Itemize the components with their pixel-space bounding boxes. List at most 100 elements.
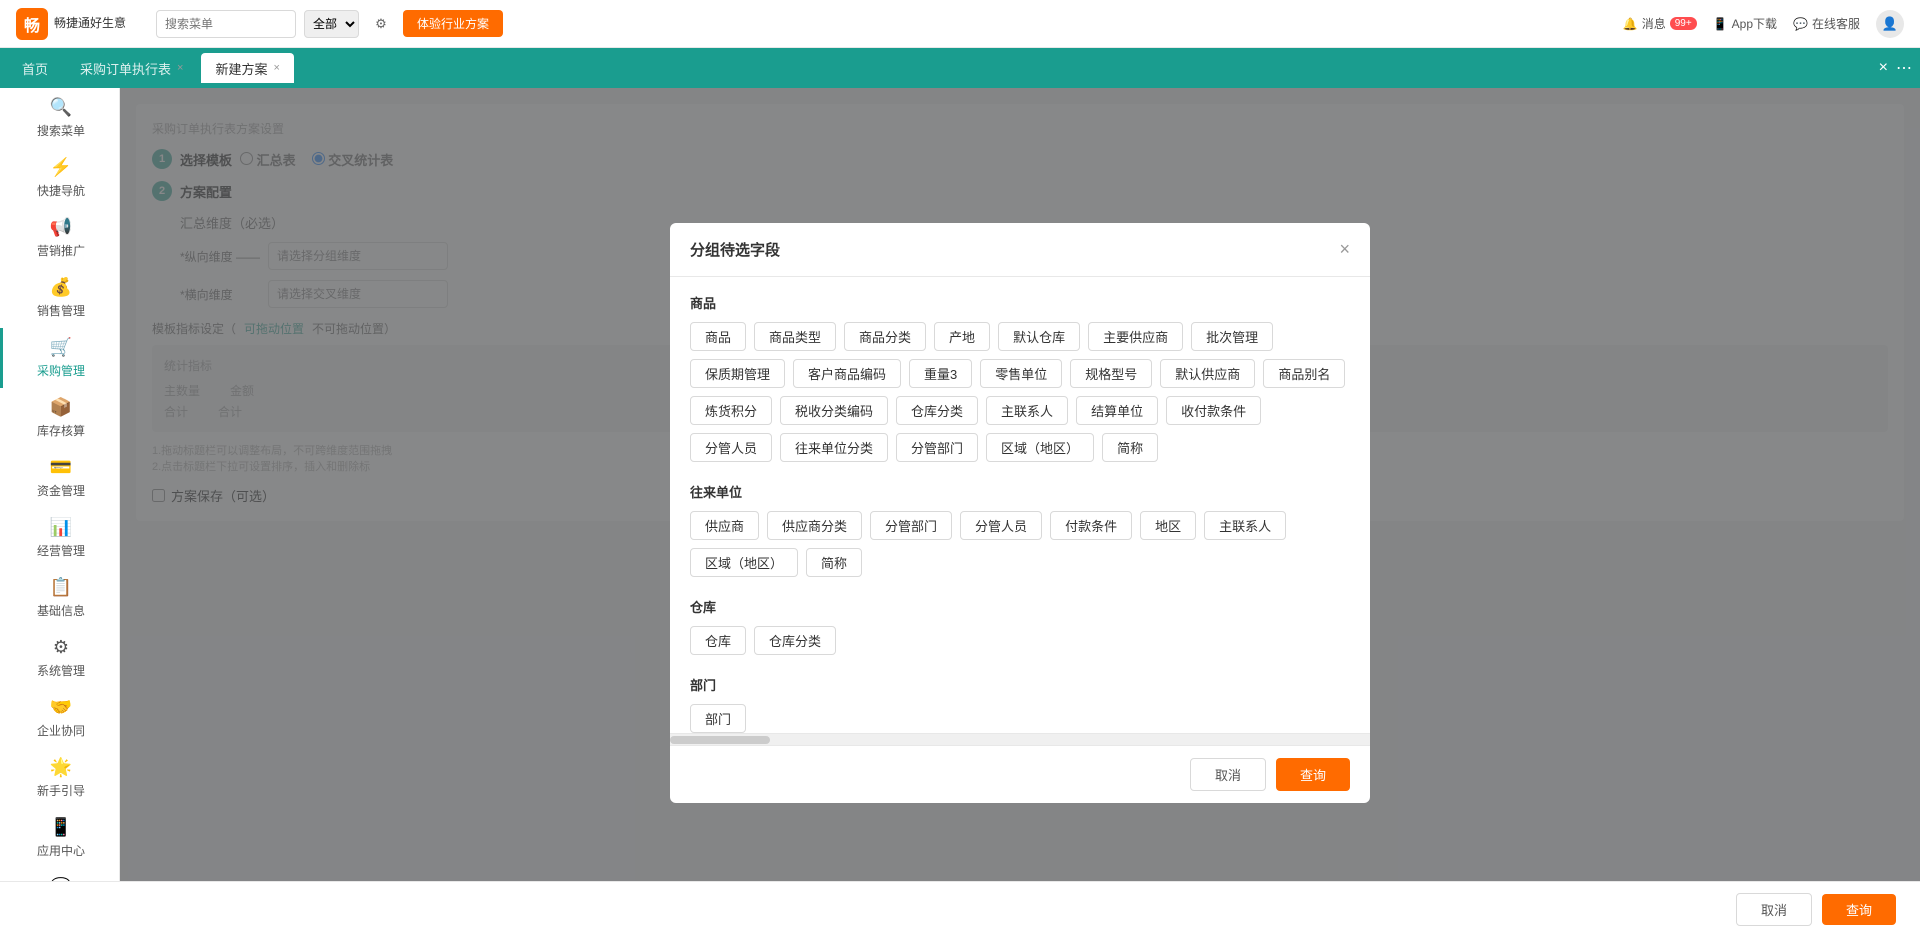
field-tag-department[interactable]: 部门 (690, 704, 746, 733)
field-tag-goods-category[interactable]: 商品分类 (844, 322, 926, 351)
field-tag-batch-mgmt[interactable]: 批次管理 (1191, 322, 1273, 351)
experience-btn[interactable]: 体验行业方案 (403, 10, 503, 37)
field-tag-manager[interactable]: 分管人员 (690, 433, 772, 462)
sidebar-item-basic-info[interactable]: 📋 基础信息 (0, 568, 119, 628)
field-tag-warehouse-cat[interactable]: 仓库分类 (754, 626, 836, 655)
section-goods: 商品 商品 商品类型 商品分类 产地 默认仓库 主要供应商 批次管理 保质期管理… (690, 293, 1350, 462)
field-tag-goods-alias[interactable]: 商品别名 (1263, 359, 1345, 388)
field-tag-customer-code[interactable]: 客户商品编码 (793, 359, 901, 388)
search-select[interactable]: 全部 (304, 10, 359, 38)
tab-bar: 首页 采购订单执行表 × 新建方案 × × ⋯ (0, 48, 1920, 88)
field-tag-dept[interactable]: 分管部门 (896, 433, 978, 462)
tab-purchase-exec-close[interactable]: × (177, 62, 183, 74)
sidebar-item-operations-label: 经营管理 (37, 542, 85, 559)
enterprise-coop-icon: 🤝 (50, 697, 72, 718)
tab-purchase-exec[interactable]: 采购订单执行表 × (66, 53, 197, 83)
tab-new-plan-label: 新建方案 (215, 59, 267, 78)
top-header: 畅 畅捷通好生意 全部 ⚙ 体验行业方案 🔔 消息 99+ 📱 App下载 💬 … (0, 0, 1920, 48)
tab-new-plan-close[interactable]: × (273, 62, 279, 74)
sidebar-item-app-center[interactable]: 📱 应用中心 (0, 808, 119, 868)
field-tag-partner-category[interactable]: 往来单位分类 (780, 433, 888, 462)
modal-overlay: 分组待选字段 × 商品 商品 商品类型 商品分类 产地 默认仓库 主要供应商 批… (120, 88, 1920, 937)
bottom-confirm-button[interactable]: 查询 (1822, 894, 1896, 925)
field-tag-points[interactable]: 炼货积分 (690, 396, 772, 425)
new-guide-icon: 🌟 (50, 757, 72, 778)
field-tag-retail-unit[interactable]: 零售单位 (980, 359, 1062, 388)
field-tag-default-supplier[interactable]: 默认供应商 (1160, 359, 1255, 388)
field-tag-tax-code[interactable]: 税收分类编码 (780, 396, 888, 425)
field-tag-main-contact2[interactable]: 主联系人 (1204, 511, 1286, 540)
sidebar-item-marketing[interactable]: 📢 营销推广 (0, 208, 119, 268)
tab-new-plan[interactable]: 新建方案 × (201, 53, 293, 83)
search-input[interactable] (156, 10, 296, 38)
sidebar-item-purchase-label: 采购管理 (37, 362, 85, 379)
sidebar-item-search-menu[interactable]: 🔍 搜索菜单 (0, 88, 119, 148)
field-tag-spec-model[interactable]: 规格型号 (1070, 359, 1152, 388)
tab-close-all-icon[interactable]: × (1879, 59, 1888, 77)
logo-text: 畅捷通好生意 (54, 16, 126, 30)
field-tag-area[interactable]: 地区 (1140, 511, 1196, 540)
sidebar-item-enterprise-coop[interactable]: 🤝 企业协同 (0, 688, 119, 748)
field-tag-goods[interactable]: 商品 (690, 322, 746, 351)
confirm-button[interactable]: 查询 (1276, 758, 1350, 791)
section-warehouse-title: 仓库 (690, 597, 1350, 616)
field-tag-partner-manager[interactable]: 分管人员 (960, 511, 1042, 540)
field-tag-payment-cond[interactable]: 付款条件 (1050, 511, 1132, 540)
gear-icon[interactable]: ⚙ (367, 10, 395, 38)
sidebar-item-inventory[interactable]: 📦 库存核算 (0, 388, 119, 448)
modal-hscrollbar[interactable] (670, 733, 1370, 745)
field-tag-warehouse-category[interactable]: 仓库分类 (896, 396, 978, 425)
field-tag-expiry-mgmt[interactable]: 保质期管理 (690, 359, 785, 388)
field-tag-warehouse[interactable]: 仓库 (690, 626, 746, 655)
field-tag-supplier[interactable]: 供应商 (690, 511, 759, 540)
field-tag-abbr[interactable]: 简称 (1102, 433, 1158, 462)
tab-home[interactable]: 首页 (8, 53, 62, 83)
sidebar-item-system[interactable]: ⚙ 系统管理 (0, 628, 119, 688)
field-tag-region2[interactable]: 区域（地区） (690, 548, 798, 577)
section-department-title: 部门 (690, 675, 1350, 694)
field-tag-settlement-unit[interactable]: 结算单位 (1076, 396, 1158, 425)
finance-icon: 💳 (50, 457, 72, 478)
logo-area: 畅 畅捷通好生意 (16, 8, 136, 40)
field-tag-main-supplier[interactable]: 主要供应商 (1088, 322, 1183, 351)
operations-icon: 📊 (50, 517, 72, 538)
field-tag-default-warehouse[interactable]: 默认仓库 (998, 322, 1080, 351)
tab-more-icon[interactable]: ⋯ (1896, 58, 1912, 78)
field-tag-origin[interactable]: 产地 (934, 322, 990, 351)
online-service-item[interactable]: 💬 在线客服 (1793, 15, 1860, 32)
field-tag-partner-dept[interactable]: 分管部门 (870, 511, 952, 540)
field-tag-main-contact[interactable]: 主联系人 (986, 396, 1068, 425)
app-download-label: App下载 (1732, 15, 1777, 32)
marketing-icon: 📢 (50, 217, 72, 238)
sidebar: 🔍 搜索菜单 ⚡ 快捷导航 📢 营销推广 💰 销售管理 🛒 采购管理 📦 库存核… (0, 88, 120, 937)
sidebar-item-purchase[interactable]: 🛒 采购管理 (0, 328, 119, 388)
sidebar-item-finance[interactable]: 💳 资金管理 (0, 448, 119, 508)
sidebar-item-sales[interactable]: 💰 销售管理 (0, 268, 119, 328)
header-right: 🔔 消息 99+ 📱 App下载 💬 在线客服 👤 (1623, 10, 1904, 38)
modal-close-button[interactable]: × (1339, 239, 1350, 260)
cancel-button[interactable]: 取消 (1190, 758, 1266, 791)
field-tag-weight[interactable]: 重量3 (909, 359, 972, 388)
app-icon: 📱 (1713, 17, 1728, 31)
bottom-cancel-button[interactable]: 取消 (1736, 893, 1812, 926)
sidebar-item-quick-nav[interactable]: ⚡ 快捷导航 (0, 148, 119, 208)
field-tag-goods-type[interactable]: 商品类型 (754, 322, 836, 351)
sidebar-item-new-guide[interactable]: 🌟 新手引导 (0, 748, 119, 808)
app-download-item[interactable]: 📱 App下载 (1713, 15, 1777, 32)
field-tag-supplier-category[interactable]: 供应商分类 (767, 511, 862, 540)
notification-item[interactable]: 🔔 消息 99+ (1623, 15, 1697, 32)
sidebar-item-search-label: 搜索菜单 (37, 122, 85, 139)
field-tag-abbr2[interactable]: 简称 (806, 548, 862, 577)
field-tag-payment-terms[interactable]: 收付款条件 (1166, 396, 1261, 425)
section-goods-title: 商品 (690, 293, 1350, 312)
modal-title: 分组待选字段 (690, 239, 780, 260)
tab-purchase-exec-label: 采购订单执行表 (80, 59, 171, 78)
field-tag-region[interactable]: 区域（地区） (986, 433, 1094, 462)
sidebar-item-operations[interactable]: 📊 经营管理 (0, 508, 119, 568)
modal-body: 商品 商品 商品类型 商品分类 产地 默认仓库 主要供应商 批次管理 保质期管理… (670, 277, 1370, 733)
purchase-icon: 🛒 (50, 337, 72, 358)
section-partner-tags: 供应商 供应商分类 分管部门 分管人员 付款条件 地区 主联系人 区域（地区） … (690, 511, 1350, 577)
sidebar-item-finance-label: 资金管理 (37, 482, 85, 499)
avatar[interactable]: 👤 (1876, 10, 1904, 38)
bottom-bar: 取消 查询 (0, 881, 1920, 937)
